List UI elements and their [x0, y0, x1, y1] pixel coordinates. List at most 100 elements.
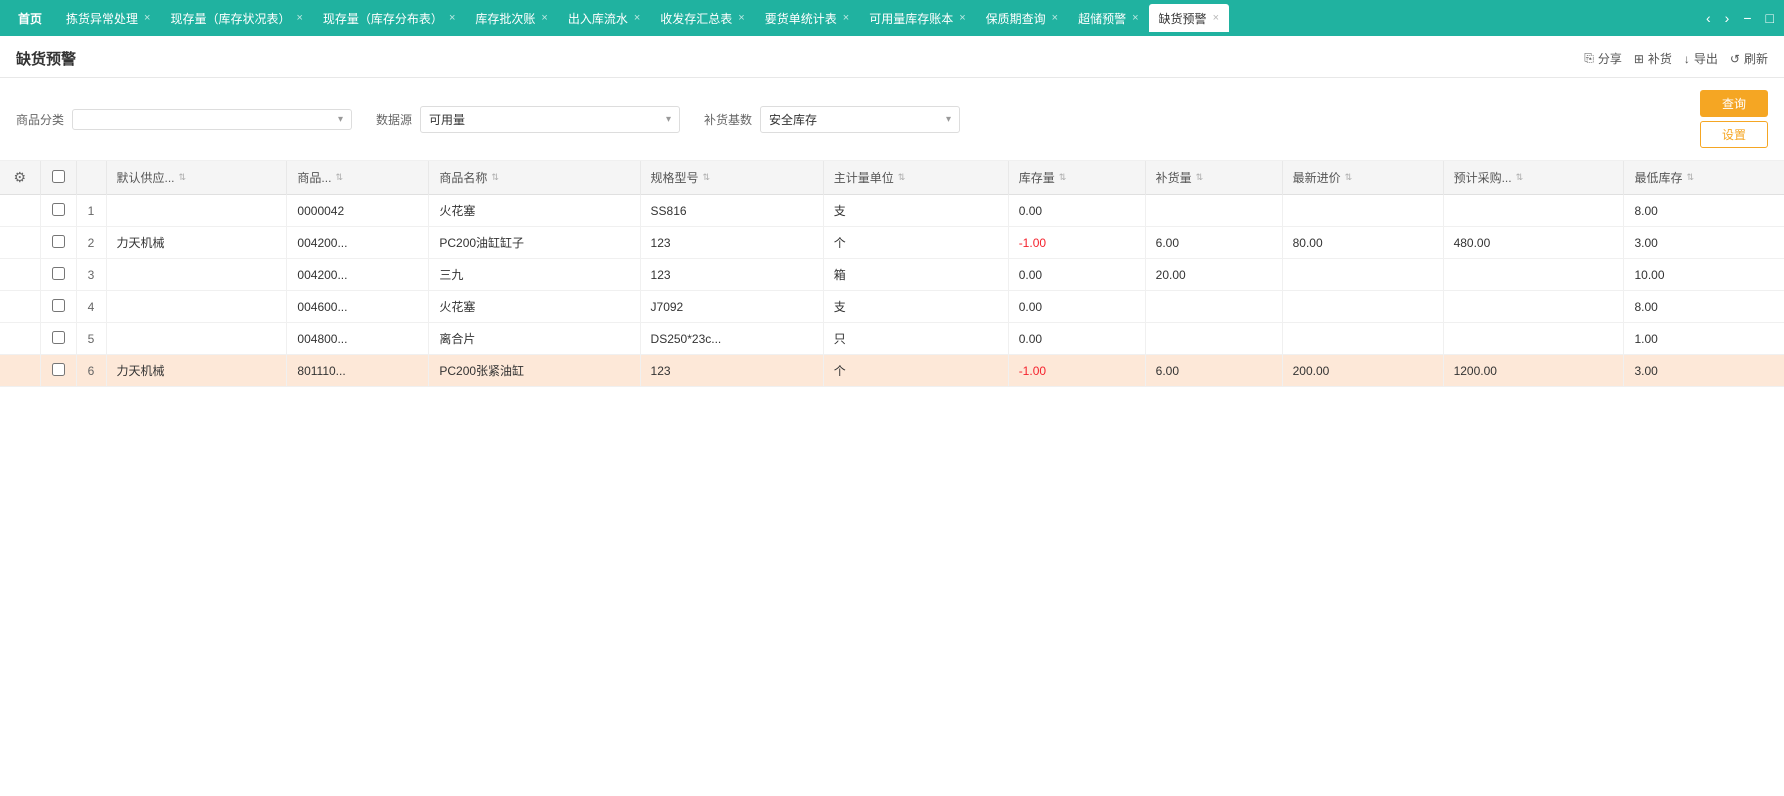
category-chevron-icon: ▾: [338, 114, 343, 125]
share-button[interactable]: ⎘ 分享: [1584, 50, 1622, 67]
col-spec-label: 规格型号: [651, 169, 699, 186]
tab-5-close[interactable]: ×: [634, 12, 640, 24]
col-code-label: 商品...: [297, 169, 331, 186]
refresh-label: 刷新: [1744, 50, 1768, 67]
table-row: 3 004200... 三九 123 箱 0.00 20.00 10.00: [0, 259, 1784, 291]
col-header-spec[interactable]: 规格型号 ⇅: [640, 161, 823, 195]
settings-button[interactable]: 设置: [1700, 121, 1768, 148]
tab-nav-prev[interactable]: ‹: [1700, 8, 1717, 28]
cell-code-5: 801110...: [287, 355, 429, 387]
tab-9-close[interactable]: ×: [1052, 12, 1058, 24]
cell-rownum-1: 2: [76, 227, 106, 259]
tab-2[interactable]: 现存量（库存状况表） ×: [160, 4, 312, 32]
tab-11[interactable]: 缺货预警 ×: [1149, 4, 1229, 32]
col-header-unit[interactable]: 主计量单位 ⇅: [823, 161, 1008, 195]
col-header-stock[interactable]: 库存量 ⇅: [1008, 161, 1145, 195]
col-header-replenish[interactable]: 补货量 ⇅: [1145, 161, 1282, 195]
cell-checkbox-4[interactable]: [40, 323, 76, 355]
window-maximize[interactable]: □: [1760, 8, 1780, 28]
tab-2-close[interactable]: ×: [296, 12, 302, 24]
cell-checkbox-3[interactable]: [40, 291, 76, 323]
table-row: 4 004600... 火花塞 J7092 支 0.00 8.00: [0, 291, 1784, 323]
tab-3[interactable]: 现存量（库存分布表） ×: [313, 4, 465, 32]
window-minimize[interactable]: −: [1737, 8, 1757, 28]
col-header-latest-price[interactable]: 最新进价 ⇅: [1282, 161, 1443, 195]
col-header-name[interactable]: 商品名称 ⇅: [429, 161, 640, 195]
cell-checkbox-5[interactable]: [40, 355, 76, 387]
datasource-chevron-icon: ▾: [666, 114, 671, 125]
row-checkbox-1[interactable]: [52, 235, 65, 248]
tab-home[interactable]: 首页: [4, 4, 56, 32]
refresh-button[interactable]: ↺ 刷新: [1730, 50, 1768, 67]
tab-8-label: 可用量库存账本: [869, 10, 953, 27]
tab-6[interactable]: 收发存汇总表 ×: [650, 4, 754, 32]
filter-actions: 查询 设置: [1700, 90, 1768, 148]
cell-checkbox-2[interactable]: [40, 259, 76, 291]
datasource-select[interactable]: 可用量 ▾: [420, 106, 680, 133]
col-header-rownum: [76, 161, 106, 195]
table-gear-icon[interactable]: ⚙: [13, 169, 26, 185]
tab-3-close[interactable]: ×: [449, 12, 455, 24]
export-button[interactable]: ↓ 导出: [1684, 50, 1718, 67]
query-button[interactable]: 查询: [1700, 90, 1768, 117]
cell-latest-price-3: [1282, 291, 1443, 323]
cell-spec-5: 123: [640, 355, 823, 387]
col-header-min-stock[interactable]: 最低库存 ⇅: [1624, 161, 1784, 195]
cell-settings-1: [0, 227, 40, 259]
cell-est-purchase-3: [1443, 291, 1624, 323]
cell-name-1: PC200油缸缸子: [429, 227, 640, 259]
tab-2-label: 现存量（库存状况表）: [170, 10, 290, 27]
tab-7[interactable]: 要货单统计表 ×: [755, 4, 859, 32]
tab-11-close[interactable]: ×: [1213, 12, 1219, 24]
cell-checkbox-1[interactable]: [40, 227, 76, 259]
select-all-checkbox[interactable]: [52, 170, 65, 183]
tab-8-close[interactable]: ×: [959, 12, 965, 24]
cell-rownum-2: 3: [76, 259, 106, 291]
cell-min-stock-4: 1.00: [1624, 323, 1784, 355]
cell-latest-price-5: 200.00: [1282, 355, 1443, 387]
replenish-button[interactable]: ⊞ 补货: [1634, 50, 1672, 67]
cell-unit-5: 个: [823, 355, 1008, 387]
tab-7-close[interactable]: ×: [843, 12, 849, 24]
tab-10-close[interactable]: ×: [1132, 12, 1138, 24]
row-checkbox-0[interactable]: [52, 203, 65, 216]
tab-4-close[interactable]: ×: [541, 12, 547, 24]
table-container: ⚙ 默认供应... ⇅ 商品...: [0, 161, 1784, 387]
tab-bar: 首页 拣货异常处理 × 现存量（库存状况表） × 现存量（库存分布表） × 库存…: [0, 0, 1784, 36]
cell-settings-3: [0, 291, 40, 323]
replenish-filter-group: 补货基数 安全库存 ▾: [704, 106, 960, 133]
table-row: 5 004800... 离合片 DS250*23c... 只 0.00 1.00: [0, 323, 1784, 355]
cell-unit-0: 支: [823, 195, 1008, 227]
tab-9[interactable]: 保质期查询 ×: [976, 4, 1068, 32]
replenish-select[interactable]: 安全库存 ▾: [760, 106, 960, 133]
col-header-checkbox[interactable]: [40, 161, 76, 195]
col-supplier-label: 默认供应...: [117, 169, 175, 186]
tab-6-close[interactable]: ×: [738, 12, 744, 24]
tab-5[interactable]: 出入库流水 ×: [558, 4, 650, 32]
row-checkbox-5[interactable]: [52, 363, 65, 376]
tab-5-label: 出入库流水: [568, 10, 628, 27]
cell-stock-3: 0.00: [1008, 291, 1145, 323]
col-spec-sort-icon: ⇅: [703, 172, 711, 183]
tab-1[interactable]: 拣货异常处理 ×: [56, 4, 160, 32]
col-header-code[interactable]: 商品... ⇅: [287, 161, 429, 195]
category-select[interactable]: ▾: [72, 109, 352, 130]
row-checkbox-4[interactable]: [52, 331, 65, 344]
col-replenish-label: 补货量: [1156, 169, 1192, 186]
cell-rownum-0: 1: [76, 195, 106, 227]
tab-8[interactable]: 可用量库存账本 ×: [859, 4, 975, 32]
row-checkbox-2[interactable]: [52, 267, 65, 280]
col-header-supplier[interactable]: 默认供应... ⇅: [106, 161, 287, 195]
tab-nav-next[interactable]: ›: [1719, 8, 1736, 28]
cell-settings-2: [0, 259, 40, 291]
tab-1-close[interactable]: ×: [144, 12, 150, 24]
cell-checkbox-0[interactable]: [40, 195, 76, 227]
cell-est-purchase-4: [1443, 323, 1624, 355]
col-header-est-purchase[interactable]: 预计采购... ⇅: [1443, 161, 1624, 195]
tab-10[interactable]: 超储预警 ×: [1068, 4, 1148, 32]
row-checkbox-3[interactable]: [52, 299, 65, 312]
col-header-settings[interactable]: ⚙: [0, 161, 40, 195]
cell-est-purchase-5: 1200.00: [1443, 355, 1624, 387]
tab-4[interactable]: 库存批次账 ×: [465, 4, 557, 32]
tab-3-label: 现存量（库存分布表）: [323, 10, 443, 27]
